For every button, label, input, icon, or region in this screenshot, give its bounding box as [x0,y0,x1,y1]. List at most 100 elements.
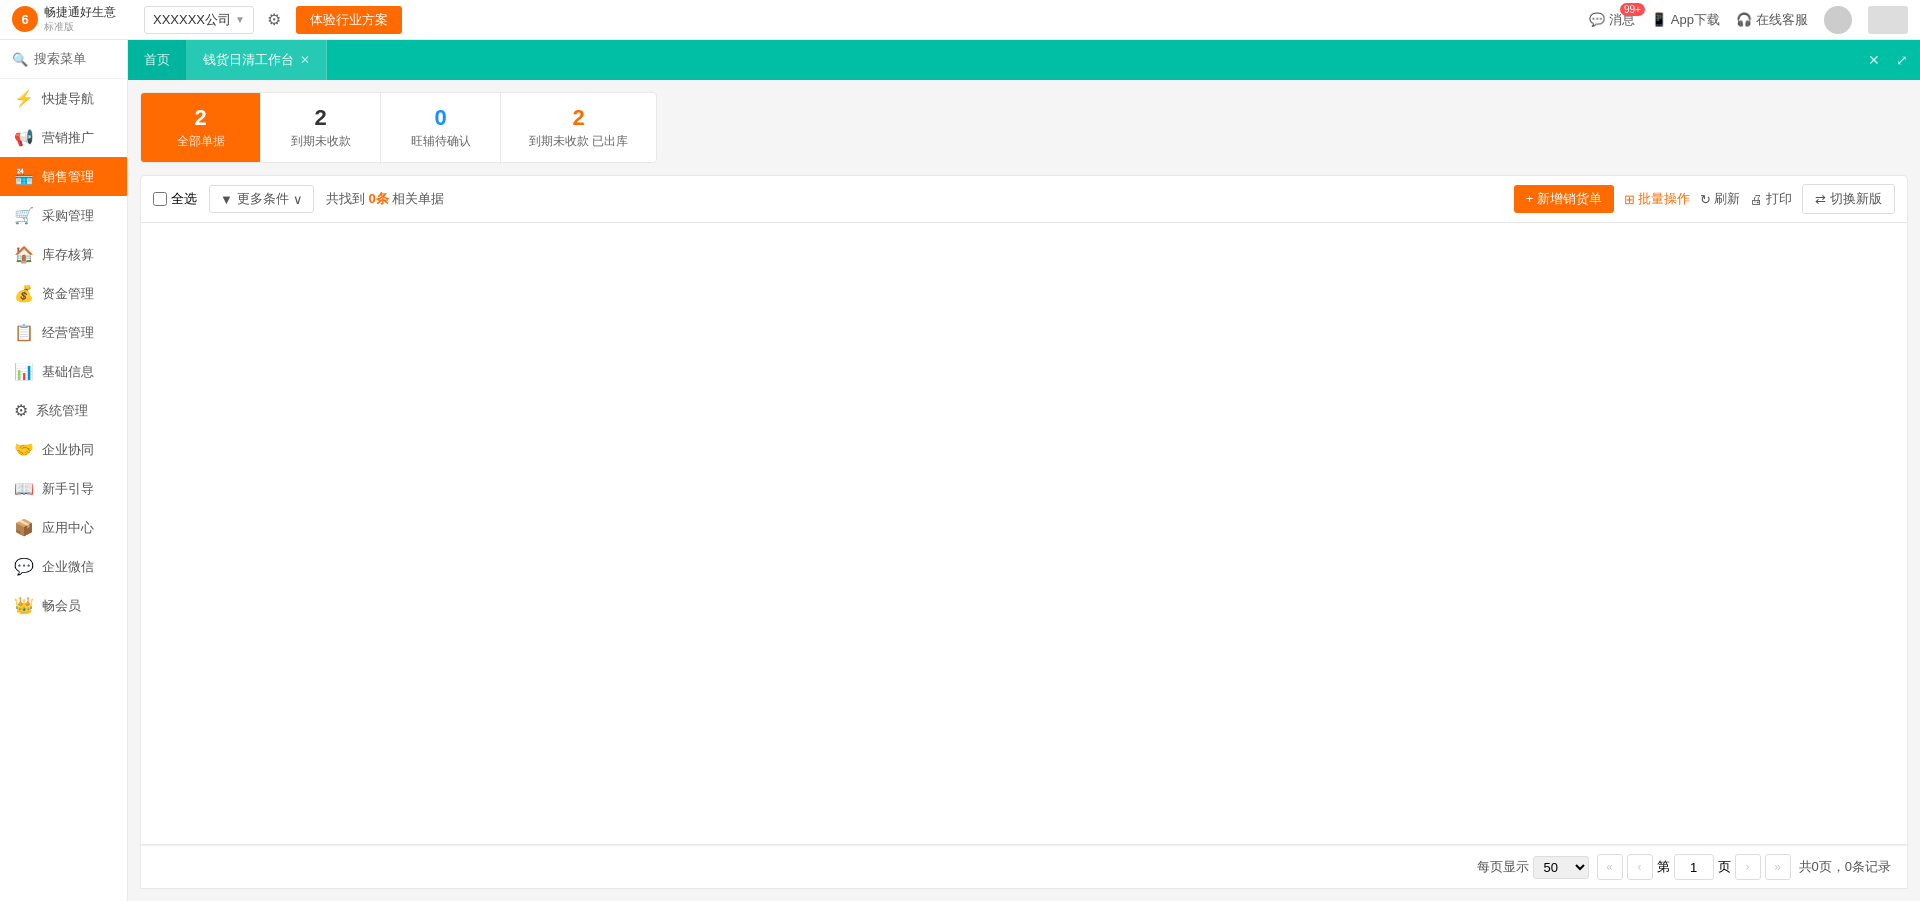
page-size-select: 每页显示 50 100 [1477,856,1589,879]
found-text: 共找到 0条 相关单据 [326,190,444,208]
refresh-icon: ↻ [1700,192,1711,207]
stat-number-overdue-out: 2 [529,105,628,131]
search-icon: 🔍 [12,52,28,67]
app-logo-icon: 6 [12,6,38,32]
app-center-icon: 📦 [14,518,34,537]
page-number-input[interactable] [1674,854,1714,880]
add-sales-order-button[interactable]: + 新增销货单 [1514,185,1614,213]
messages-button[interactable]: 💬 消息 99+ [1589,11,1635,29]
switch-version-button[interactable]: ⇄ 切换新版 [1802,184,1895,214]
member-icon: 👑 [14,596,34,615]
stat-card-overdue-out[interactable]: 2 到期未收款 已出库 [501,93,656,162]
app-name: 畅捷通好生意 [44,5,116,19]
sidebar-item-quick-nav[interactable]: ⚡ 快捷导航 [0,79,127,118]
sidebar-label-guide: 新手引导 [42,480,94,498]
select-all-checkbox-label[interactable]: 全选 [153,190,197,208]
sidebar-label-cooperation: 企业协同 [42,441,94,459]
sidebar-label-system: 系统管理 [36,402,88,420]
stat-card-pending[interactable]: 0 旺辅待确认 [381,93,501,162]
sidebar-item-basic-info[interactable]: 📊 基础信息 [0,352,127,391]
tab-home-label: 首页 [144,51,170,69]
print-button[interactable]: 🖨 打印 [1750,190,1792,208]
online-service-label: 在线客服 [1756,11,1808,29]
app-download-button[interactable]: 📱 App下载 [1651,11,1720,29]
batch-icon: ⊞ [1624,192,1635,207]
found-count: 0条 [369,191,389,206]
per-page-label: 每页显示 [1477,858,1529,876]
per-page-selector[interactable]: 50 100 [1533,856,1589,879]
refresh-button[interactable]: ↻ 刷新 [1700,190,1740,208]
select-all-checkbox[interactable] [153,192,167,206]
print-icon: 🖨 [1750,192,1763,207]
tab-home[interactable]: 首页 [128,40,187,80]
trial-button[interactable]: 体验行业方案 [296,6,402,34]
company-name: XXXXXX公司 [153,11,231,29]
user-name-placeholder [1868,6,1908,34]
sidebar-item-system[interactable]: ⚙ 系统管理 [0,391,127,430]
cooperation-icon: 🤝 [14,440,34,459]
switch-icon: ⇄ [1815,192,1826,207]
sidebar-item-wechat[interactable]: 💬 企业微信 [0,547,127,586]
stat-label-overdue-out: 到期未收款 已出库 [529,133,628,150]
more-filter-label: 更多条件 [237,190,289,208]
download-icon: 📱 [1651,12,1667,27]
online-service-button[interactable]: 🎧 在线客服 [1736,11,1808,29]
page-first-button[interactable]: « [1597,854,1623,880]
sidebar-item-marketing[interactable]: 📢 营销推广 [0,118,127,157]
sidebar-item-cooperation[interactable]: 🤝 企业协同 [0,430,127,469]
stat-number-pending: 0 [409,105,472,131]
quick-nav-icon: ⚡ [14,89,34,108]
content-area: 首页 钱货日清工作台 ✕ ✕ ⤢ 2 全部单据 2 到期未收款 [128,40,1920,901]
sidebar-label-quick-nav: 快捷导航 [42,90,94,108]
tab-minimize-button[interactable]: ✕ [1864,48,1884,72]
tab-expand-button[interactable]: ⤢ [1892,48,1912,72]
sidebar-item-finance[interactable]: 💰 资金管理 [0,274,127,313]
sidebar-item-member[interactable]: 👑 畅会员 [0,586,127,625]
tab-work-bench[interactable]: 钱货日清工作台 ✕ [187,40,327,80]
sidebar-item-inventory[interactable]: 🏠 库存核算 [0,235,127,274]
company-selector[interactable]: XXXXXX公司 ▼ [144,6,254,34]
page-last-button[interactable]: » [1765,854,1791,880]
sidebar-label-operations: 经营管理 [42,324,94,342]
marketing-icon: 📢 [14,128,34,147]
stat-number-overdue: 2 [289,105,352,131]
tab-close-icon[interactable]: ✕ [300,53,310,67]
tab-bar: 首页 钱货日清工作台 ✕ ✕ ⤢ [128,40,1920,80]
operations-icon: 📋 [14,323,34,342]
app-badge: 标准版 [44,20,116,34]
pagination-bar: 每页显示 50 100 « ‹ 第 页 › » 共0页，0条记录 [140,845,1908,889]
table-area [140,223,1908,845]
more-filter-button[interactable]: ▼ 更多条件 ∨ [209,185,314,213]
sidebar-item-app-center[interactable]: 📦 应用中心 [0,508,127,547]
page-next-button[interactable]: › [1735,854,1761,880]
inventory-icon: 🏠 [14,245,34,264]
page-prev-button[interactable]: ‹ [1627,854,1653,880]
stat-label-all: 全部单据 [169,133,232,150]
stat-card-all[interactable]: 2 全部单据 [141,93,261,162]
purchase-icon: 🛒 [14,206,34,225]
sidebar-label-wechat: 企业微信 [42,558,94,576]
sidebar-item-operations[interactable]: 📋 经营管理 [0,313,127,352]
sidebar-item-guide[interactable]: 📖 新手引导 [0,469,127,508]
avatar[interactable] [1824,6,1852,34]
sidebar-item-sales[interactable]: 🏪 销售管理 [0,157,127,196]
tab-work-bench-label: 钱货日清工作台 [203,51,294,69]
wechat-icon: 💬 [14,557,34,576]
filter-icon: ▼ [220,192,233,207]
system-icon: ⚙ [14,401,28,420]
settings-button[interactable]: ⚙ [260,6,288,34]
stat-label-overdue: 到期未收款 [289,133,352,150]
sidebar-search[interactable]: 🔍 搜索菜单 [0,40,127,79]
sidebar-label-app-center: 应用中心 [42,519,94,537]
logo-area: 6 畅捷通好生意 标准版 [12,5,140,33]
basic-info-icon: 📊 [14,362,34,381]
stat-number-all: 2 [169,105,232,131]
sidebar-label-inventory: 库存核算 [42,246,94,264]
top-bar: 6 畅捷通好生意 标准版 XXXXXX公司 ▼ ⚙ 体验行业方案 💬 消息 99… [0,0,1920,40]
stat-card-overdue[interactable]: 2 到期未收款 [261,93,381,162]
toolbar: 全选 ▼ 更多条件 ∨ 共找到 0条 相关单据 + 新增销货单 [140,175,1908,223]
sidebar-item-purchase[interactable]: 🛒 采购管理 [0,196,127,235]
total-records-text: 共0页，0条记录 [1799,858,1891,876]
tab-bar-right: ✕ ⤢ [1856,48,1920,72]
batch-operation-button[interactable]: ⊞ 批量操作 [1624,190,1690,208]
